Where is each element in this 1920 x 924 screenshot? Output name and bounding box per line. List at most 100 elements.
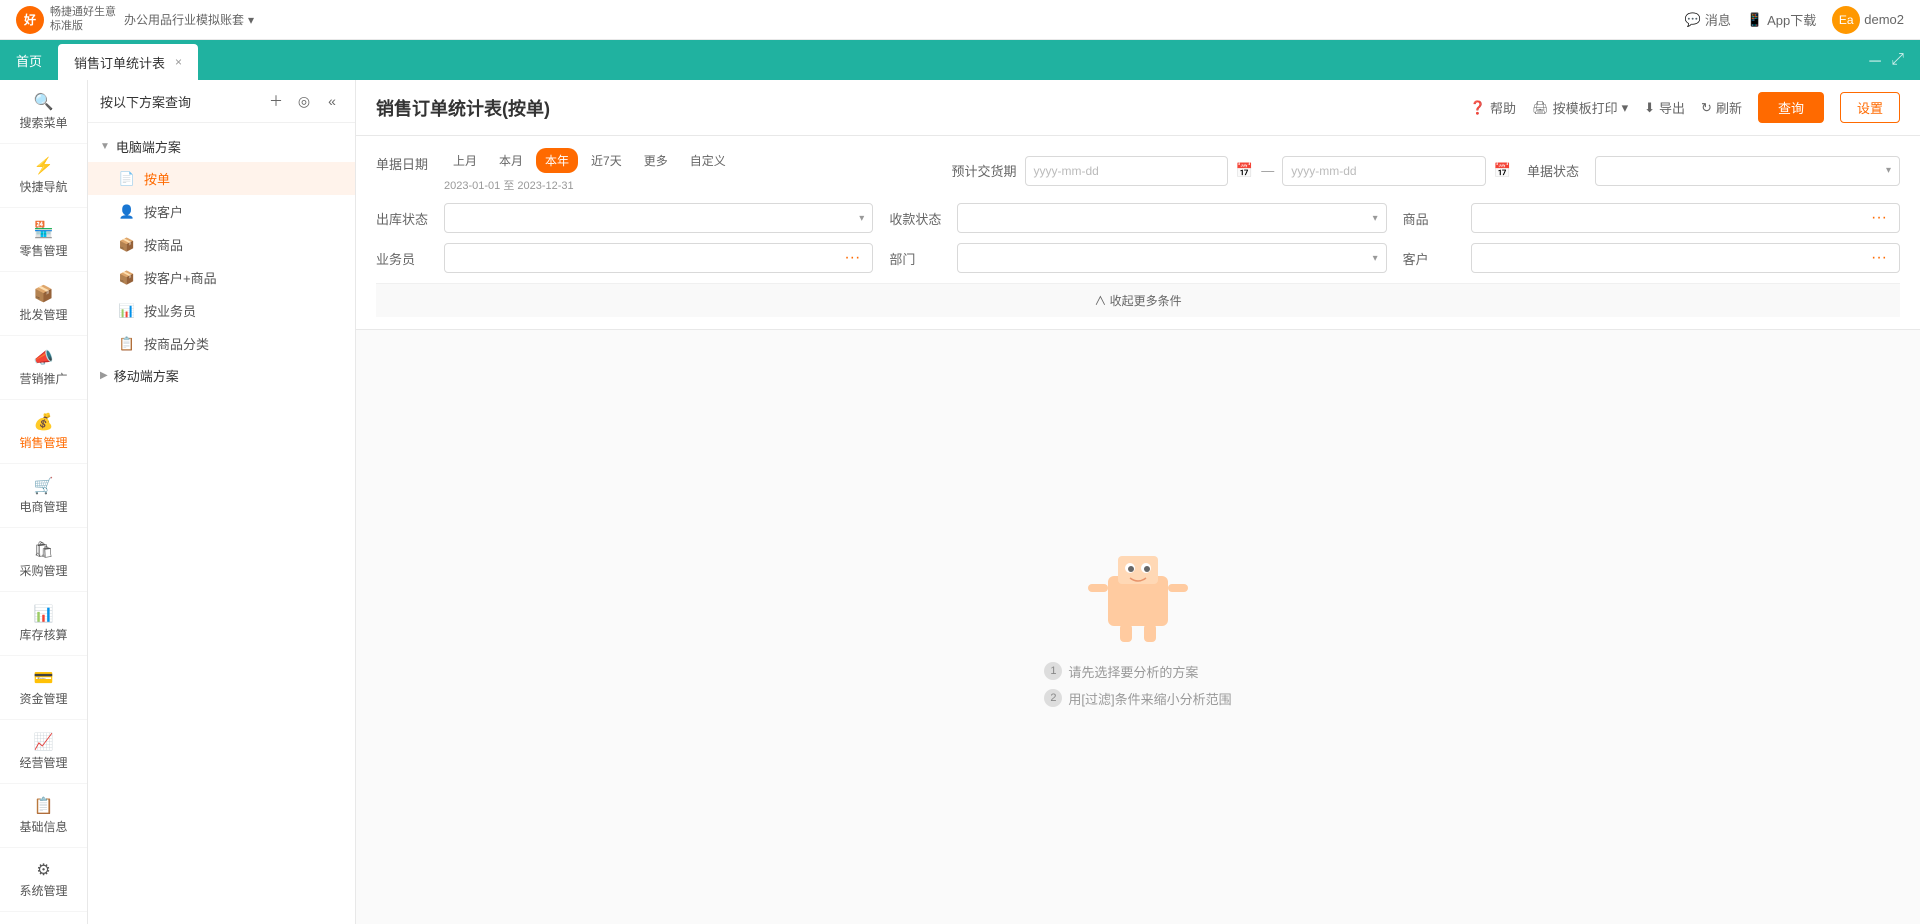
scheme-group-pc-header[interactable]: ▼ 电脑端方案 (88, 131, 355, 162)
app-download-button[interactable]: 📱 App下载 (1747, 10, 1816, 29)
scheme-group-mobile-header[interactable]: ▶ 移动端方案 (88, 360, 355, 391)
export-button[interactable]: ⬇ 导出 (1644, 98, 1685, 117)
expected-date-start[interactable]: yyyy-mm-dd (1025, 156, 1228, 186)
status-chevron-icon: ▾ (1886, 165, 1891, 176)
export-icon: ⬇ (1644, 100, 1655, 116)
print-dropdown-icon: ▾ (1622, 100, 1629, 116)
customer-input[interactable]: ··· (1471, 243, 1900, 273)
purchase-icon: 🛍 (8, 540, 79, 560)
calendar-start-icon[interactable]: 📅 (1236, 162, 1253, 179)
status-select[interactable]: ▾ (1595, 156, 1900, 186)
tab-home[interactable]: 首页 (0, 40, 58, 80)
empty-state-illustration (1078, 546, 1198, 646)
date-separator: — (1261, 163, 1274, 178)
tab-minimize-icon[interactable]: － (1867, 48, 1883, 72)
by-goods-icon: 📦 (118, 236, 136, 254)
empty-state: 1 请先选择要分析的方案 2 用[过滤]条件来缩小分析范围 (356, 330, 1920, 924)
sidebar-item-sales[interactable]: 💰 销售管理 (0, 400, 87, 464)
tab-close-icon[interactable]: × (175, 55, 182, 69)
basic-icon: 📋 (8, 796, 79, 816)
scheme-add-button[interactable]: ＋ (265, 90, 287, 112)
inventory-icon: 📊 (8, 604, 79, 624)
scheme-item-by-salesman[interactable]: 📊 按业务员 (88, 294, 355, 327)
sidebar-item-quick-nav[interactable]: ⚡ 快捷导航 (0, 144, 87, 208)
sidebar-item-search[interactable]: 🔍 搜索菜单 (0, 80, 87, 144)
date-btn-last-month[interactable]: 上月 (444, 148, 486, 173)
scheme-item-by-goods[interactable]: 📦 按商品 (88, 228, 355, 261)
date-btn-this-year[interactable]: 本年 (536, 148, 578, 173)
payment-label: 收款状态 (889, 209, 949, 228)
date-btn-last7[interactable]: 近7天 (582, 148, 631, 173)
help-button[interactable]: ❓ 帮助 (1470, 98, 1516, 117)
hint-num-2: 2 (1044, 689, 1062, 707)
date-label: 单据日期 (376, 148, 436, 173)
sidebar-item-marketing[interactable]: 📣 营销推广 (0, 336, 87, 400)
scheme-item-by-order[interactable]: 📄 按单 (88, 162, 355, 195)
refresh-button[interactable]: ↻ 刷新 (1701, 98, 1742, 117)
goods-label: 商品 (1403, 209, 1463, 228)
department-chevron-icon: ▾ (1373, 253, 1378, 264)
messages-button[interactable]: 💬 消息 (1685, 10, 1731, 29)
calendar-end-icon[interactable]: 📅 (1494, 162, 1511, 179)
goods-dots-button[interactable]: ··· (1867, 209, 1891, 227)
main-layout: 🔍 搜索菜单 ⚡ 快捷导航 🏪 零售管理 📦 批发管理 📣 营销推广 💰 销售管… (0, 80, 1920, 924)
salesman-input[interactable]: ··· (444, 243, 873, 273)
message-icon: 💬 (1685, 12, 1701, 28)
sales-icon: 💰 (8, 412, 79, 432)
breadcrumb-arrow-icon: ▾ (248, 13, 254, 27)
goods-input[interactable]: ··· (1471, 203, 1900, 233)
scheme-item-by-customer[interactable]: 👤 按客户 (88, 195, 355, 228)
sidebar-item-purchase[interactable]: 🛍 采购管理 (0, 528, 87, 592)
sidebar-item-enterprise[interactable]: 🤝 企业协同 (0, 912, 87, 924)
department-select[interactable]: ▾ (957, 243, 1386, 273)
wholesale-icon: 📦 (8, 284, 79, 304)
hint-num-1: 1 (1044, 662, 1062, 680)
sidebar-item-system[interactable]: ⚙ 系统管理 (0, 848, 87, 912)
scheme-panel-actions: ＋ ◎ « (265, 90, 343, 112)
sidebar-item-wholesale[interactable]: 📦 批发管理 (0, 272, 87, 336)
retail-icon: 🏪 (8, 220, 79, 240)
query-button[interactable]: 查询 (1758, 92, 1824, 123)
date-btn-custom[interactable]: 自定义 (681, 148, 735, 173)
page-actions: ❓ 帮助 🖨 按模板打印 ▾ ⬇ 导出 ↻ (1470, 92, 1900, 123)
arrow-right-icon: ▶ (100, 370, 108, 381)
sidebar-item-ecommerce[interactable]: 🛒 电商管理 (0, 464, 87, 528)
sidebar-item-inventory[interactable]: 📊 库存核算 (0, 592, 87, 656)
filter-row-3: 业务员 ··· 部门 ▾ 客户 (376, 243, 1900, 273)
customer-dots-button[interactable]: ··· (1867, 249, 1891, 267)
sidebar-item-retail[interactable]: 🏪 零售管理 (0, 208, 87, 272)
salesman-dots-button[interactable]: ··· (840, 249, 864, 267)
date-btn-more[interactable]: 更多 (635, 148, 677, 173)
settings-button[interactable]: 设置 (1840, 92, 1900, 123)
filter-row-2: 出库状态 ▾ 收款状态 ▾ 商品 (376, 203, 1900, 233)
sidebar-item-basic[interactable]: 📋 基础信息 (0, 784, 87, 848)
sidebar-item-finance[interactable]: 💳 资金管理 (0, 656, 87, 720)
by-customer-icon: 👤 (118, 203, 136, 221)
collapse-more-button[interactable]: ∧ 收起更多条件 (376, 283, 1900, 317)
scheme-item-by-category[interactable]: 📋 按商品分类 (88, 327, 355, 360)
user-area[interactable]: Ea demo2 (1832, 6, 1904, 34)
tab-sales-stats[interactable]: 销售订单统计表 × (58, 44, 198, 80)
top-bar-right: 💬 消息 📱 App下载 Ea demo2 (1685, 6, 1904, 34)
tab-maximize-icon[interactable]: ⤢ (1891, 51, 1904, 69)
payment-select[interactable]: ▾ (957, 203, 1386, 233)
scheme-collapse-button[interactable]: « (321, 90, 343, 112)
sidebar-item-operation[interactable]: 📈 经营管理 (0, 720, 87, 784)
scheme-group-pc: ▼ 电脑端方案 📄 按单 👤 按客户 📦 按商品 (88, 131, 355, 360)
delivery-select[interactable]: ▾ (444, 203, 873, 233)
empty-state-text: 1 请先选择要分析的方案 2 用[过滤]条件来缩小分析范围 (1044, 662, 1231, 708)
scheme-item-by-customer-goods[interactable]: 📦 按客户+商品 (88, 261, 355, 294)
breadcrumb[interactable]: 办公用品行业模拟账套 ▾ (124, 11, 254, 28)
expected-date-end[interactable]: yyyy-mm-dd (1282, 156, 1485, 186)
filter-area: 单据日期 上月 本月 本年 近7天 更多 自定义 2023-01-01 至 20… (356, 136, 1920, 330)
date-btn-this-month[interactable]: 本月 (490, 148, 532, 173)
arrow-down-icon: ▼ (100, 141, 110, 152)
operation-icon: 📈 (8, 732, 79, 752)
page-header: 销售订单统计表(按单) ❓ 帮助 🖨 按模板打印 ▾ ⬇ (356, 80, 1920, 136)
scheme-settings-button[interactable]: ◎ (293, 90, 315, 112)
print-button[interactable]: 🖨 按模板打印 ▾ (1532, 98, 1628, 117)
logo-area: 好 畅捷通好生意 标准版 (16, 6, 116, 34)
main-area: 销售订单统计表(按单) ❓ 帮助 🖨 按模板打印 ▾ ⬇ (356, 80, 1920, 924)
filter-row-1: 单据日期 上月 本月 本年 近7天 更多 自定义 2023-01-01 至 20… (376, 148, 1900, 193)
top-bar: 好 畅捷通好生意 标准版 办公用品行业模拟账套 ▾ 💬 消息 📱 App下载 E… (0, 0, 1920, 40)
